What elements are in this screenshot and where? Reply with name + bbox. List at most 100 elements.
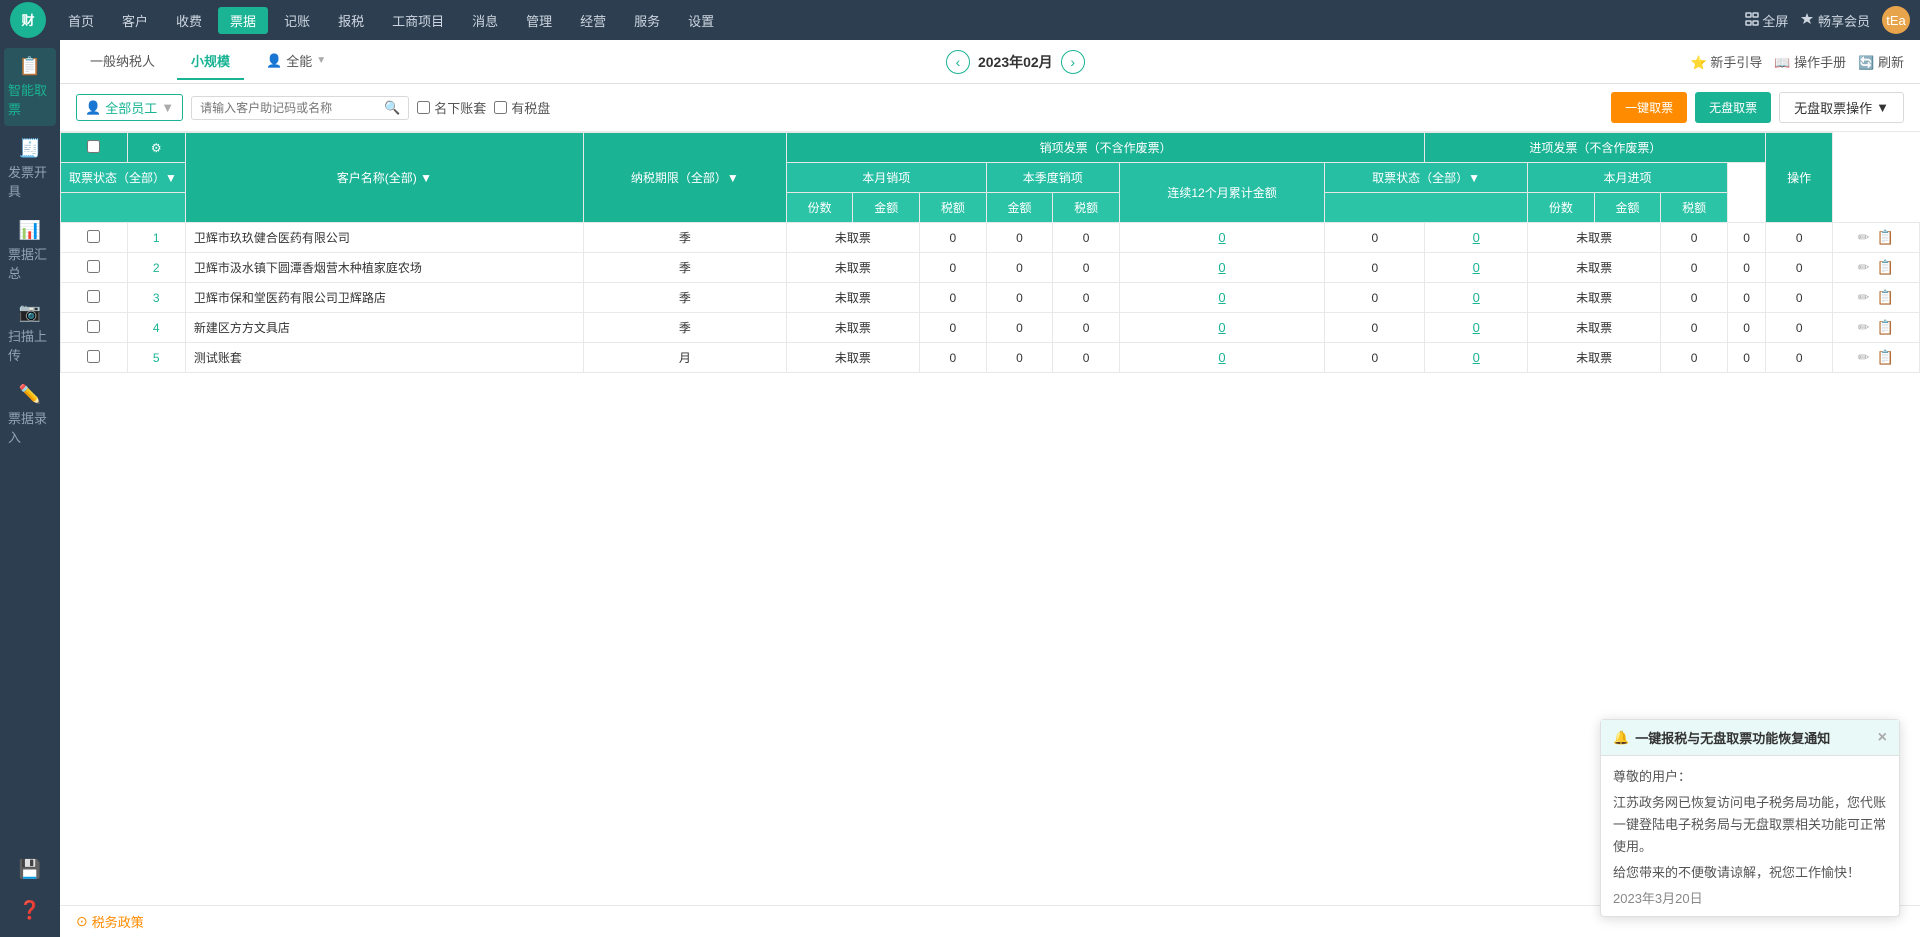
th-month-purchase: 本月进项 bbox=[1528, 163, 1728, 193]
sidebar-item-invoice-open[interactable]: 🧾 发票开具 bbox=[4, 130, 56, 208]
row-checkbox-cell-4[interactable] bbox=[61, 343, 128, 373]
tab-all-in-one[interactable]: 👤 全能 ▼ bbox=[252, 43, 340, 80]
fullscreen-btn[interactable]: 全屏 bbox=[1745, 11, 1789, 30]
nav-business[interactable]: 工商项目 bbox=[380, 7, 456, 34]
has-taxdisk-checkbox[interactable] bbox=[494, 101, 507, 114]
search-icon[interactable]: 🔍 bbox=[384, 100, 400, 116]
detail-icon-3[interactable]: 📋 bbox=[1877, 319, 1894, 335]
has-taxdisk-label: 有税盘 bbox=[511, 98, 550, 117]
nav-manage[interactable]: 管理 bbox=[514, 7, 564, 34]
row-purchase-amount-0: 0 bbox=[1727, 223, 1765, 253]
edit-icon-4[interactable]: ✏ bbox=[1858, 349, 1870, 365]
row-checkbox-cell-2[interactable] bbox=[61, 283, 128, 313]
th-check-all[interactable] bbox=[61, 133, 128, 163]
row-customer-4: 测试账套 bbox=[185, 343, 583, 373]
general-taxpayer-label: 一般纳税人 bbox=[90, 51, 155, 70]
th-quarter-sales: 本季度销项 bbox=[986, 163, 1119, 193]
row-checkbox-3[interactable] bbox=[87, 320, 100, 333]
table-row: 5 测试账套 月 未取票 0 0 0 0 0 0 未取票 0 0 0 ✏ 📋 bbox=[61, 343, 1920, 373]
no-disk-fetch-btn[interactable]: 无盘取票 bbox=[1695, 92, 1771, 123]
detail-icon-0[interactable]: 📋 bbox=[1877, 229, 1894, 245]
user-avatar[interactable]: tEa bbox=[1882, 6, 1910, 34]
row-checkbox-cell-3[interactable] bbox=[61, 313, 128, 343]
row-quarter-tax-3: 0 bbox=[1325, 313, 1425, 343]
row-ops-3: ✏ 📋 bbox=[1832, 313, 1919, 343]
row-tax-period-2: 季 bbox=[583, 283, 786, 313]
svg-text:财: 财 bbox=[21, 13, 34, 28]
nav-home[interactable]: 首页 bbox=[56, 7, 106, 34]
sidebar-item-scan-upload[interactable]: 📷 扫描上传 bbox=[4, 294, 56, 372]
sidebar-item-bottom-help[interactable]: ❓ bbox=[4, 892, 56, 929]
manual-btn[interactable]: 📖 操作手册 bbox=[1774, 52, 1846, 71]
notification-text: 江苏政务网已恢复访问电子税务局功能，您代账一键登陆电子税务局与无盘取票相关功能可… bbox=[1613, 792, 1887, 858]
tab-small-scale[interactable]: 小规模 bbox=[177, 43, 244, 80]
invoice-summary-icon: 📊 bbox=[19, 220, 41, 241]
detail-icon-1[interactable]: 📋 bbox=[1877, 259, 1894, 275]
row-checkbox-4[interactable] bbox=[87, 350, 100, 363]
sidebar-item-label-smart-fetch: 智能取票 bbox=[8, 80, 52, 118]
edit-icon-3[interactable]: ✏ bbox=[1858, 319, 1870, 335]
row-sales-tax-3: 0 bbox=[1053, 313, 1120, 343]
table-row: 1 卫辉市玖玖健合医药有限公司 季 未取票 0 0 0 0 0 0 未取票 0 … bbox=[61, 223, 1920, 253]
row-checkbox-cell-0[interactable] bbox=[61, 223, 128, 253]
row-sales-amount-3: 0 bbox=[986, 313, 1053, 343]
nav-message[interactable]: 消息 bbox=[460, 7, 510, 34]
row-checkbox-2[interactable] bbox=[87, 290, 100, 303]
row-fetch-status-purchase-4: 未取票 bbox=[1528, 343, 1661, 373]
nav-fees[interactable]: 收费 bbox=[164, 7, 214, 34]
nav-bookkeeping[interactable]: 记账 bbox=[272, 7, 322, 34]
detail-icon-2[interactable]: 📋 bbox=[1877, 289, 1894, 305]
no-disk-ops-btn[interactable]: 无盘取票操作 ▼ bbox=[1779, 92, 1904, 123]
detail-icon-4[interactable]: 📋 bbox=[1877, 349, 1894, 365]
tax-policy-link[interactable]: 税务政策 bbox=[92, 912, 144, 931]
my-accounts-checkbox[interactable] bbox=[417, 101, 430, 114]
check-all-checkbox[interactable] bbox=[87, 140, 100, 153]
nav-customer[interactable]: 客户 bbox=[110, 7, 160, 34]
refresh-btn[interactable]: 🔄 刷新 bbox=[1858, 52, 1904, 71]
checkbox-my-accounts[interactable]: 名下账套 bbox=[417, 98, 486, 117]
sidebar-item-invoice-summary[interactable]: 📊 票据汇总 bbox=[4, 212, 56, 290]
checkbox-has-taxdisk[interactable]: 有税盘 bbox=[494, 98, 550, 117]
tab-general-taxpayer[interactable]: 一般纳税人 bbox=[76, 43, 169, 80]
row-purchase-tax-2: 0 bbox=[1766, 283, 1833, 313]
search-input[interactable] bbox=[200, 101, 380, 115]
new-guide-label: 新手引导 bbox=[1710, 55, 1762, 70]
th-sales-tax: 税额 bbox=[920, 193, 987, 223]
row-purchase-tax-1: 0 bbox=[1766, 253, 1833, 283]
sidebar-item-invoice-entry[interactable]: ✏️ 票据录入 bbox=[4, 376, 56, 454]
sidebar-item-bottom-settings[interactable]: 💾 bbox=[4, 851, 56, 888]
row-no-3: 4 bbox=[127, 313, 185, 343]
nav-operation[interactable]: 经营 bbox=[568, 7, 618, 34]
row-customer-2: 卫辉市保和堂医药有限公司卫辉路店 bbox=[185, 283, 583, 313]
row-no-2: 3 bbox=[127, 283, 185, 313]
one-key-fetch-btn[interactable]: 一键取票 bbox=[1611, 92, 1687, 123]
edit-icon-2[interactable]: ✏ bbox=[1858, 289, 1870, 305]
prev-period-btn[interactable]: ‹ bbox=[946, 50, 970, 74]
sidebar-item-smart-fetch[interactable]: 📋 智能取票 bbox=[4, 48, 56, 126]
notification-close-btn[interactable]: × bbox=[1878, 729, 1887, 747]
row-checkbox-cell-1[interactable] bbox=[61, 253, 128, 283]
status-question-icon: ⊙ bbox=[76, 913, 88, 930]
edit-icon-0[interactable]: ✏ bbox=[1858, 229, 1870, 245]
row-consecutive12-2: 0 bbox=[1425, 283, 1528, 313]
row-checkbox-0[interactable] bbox=[87, 230, 100, 243]
row-purchase-amount-3: 0 bbox=[1727, 313, 1765, 343]
nav-service[interactable]: 服务 bbox=[622, 7, 672, 34]
row-tax-period-1: 季 bbox=[583, 253, 786, 283]
nav-settings[interactable]: 设置 bbox=[676, 7, 726, 34]
row-checkbox-1[interactable] bbox=[87, 260, 100, 273]
top-nav: 财 首页 客户 收费 票据 记账 报税 工商项目 消息 管理 经营 服务 设置 … bbox=[0, 0, 1920, 40]
row-no-1: 2 bbox=[127, 253, 185, 283]
nav-tax[interactable]: 报税 bbox=[326, 7, 376, 34]
bottom-settings-icon: 💾 bbox=[19, 859, 41, 880]
th-settings[interactable]: ⚙ bbox=[127, 133, 185, 163]
next-period-btn[interactable]: › bbox=[1061, 50, 1085, 74]
row-fetch-status-sales-3: 未取票 bbox=[786, 313, 919, 343]
edit-icon-1[interactable]: ✏ bbox=[1858, 259, 1870, 275]
member-btn[interactable]: 畅享会员 bbox=[1800, 11, 1870, 30]
nav-invoice[interactable]: 票据 bbox=[218, 7, 268, 34]
employee-filter[interactable]: 👤 全部员工 ▼ bbox=[76, 94, 183, 121]
refresh-label: 刷新 bbox=[1878, 55, 1904, 70]
invoice-open-icon: 🧾 bbox=[19, 138, 41, 159]
new-guide-btn[interactable]: ⭐ 新手引导 bbox=[1691, 52, 1763, 71]
